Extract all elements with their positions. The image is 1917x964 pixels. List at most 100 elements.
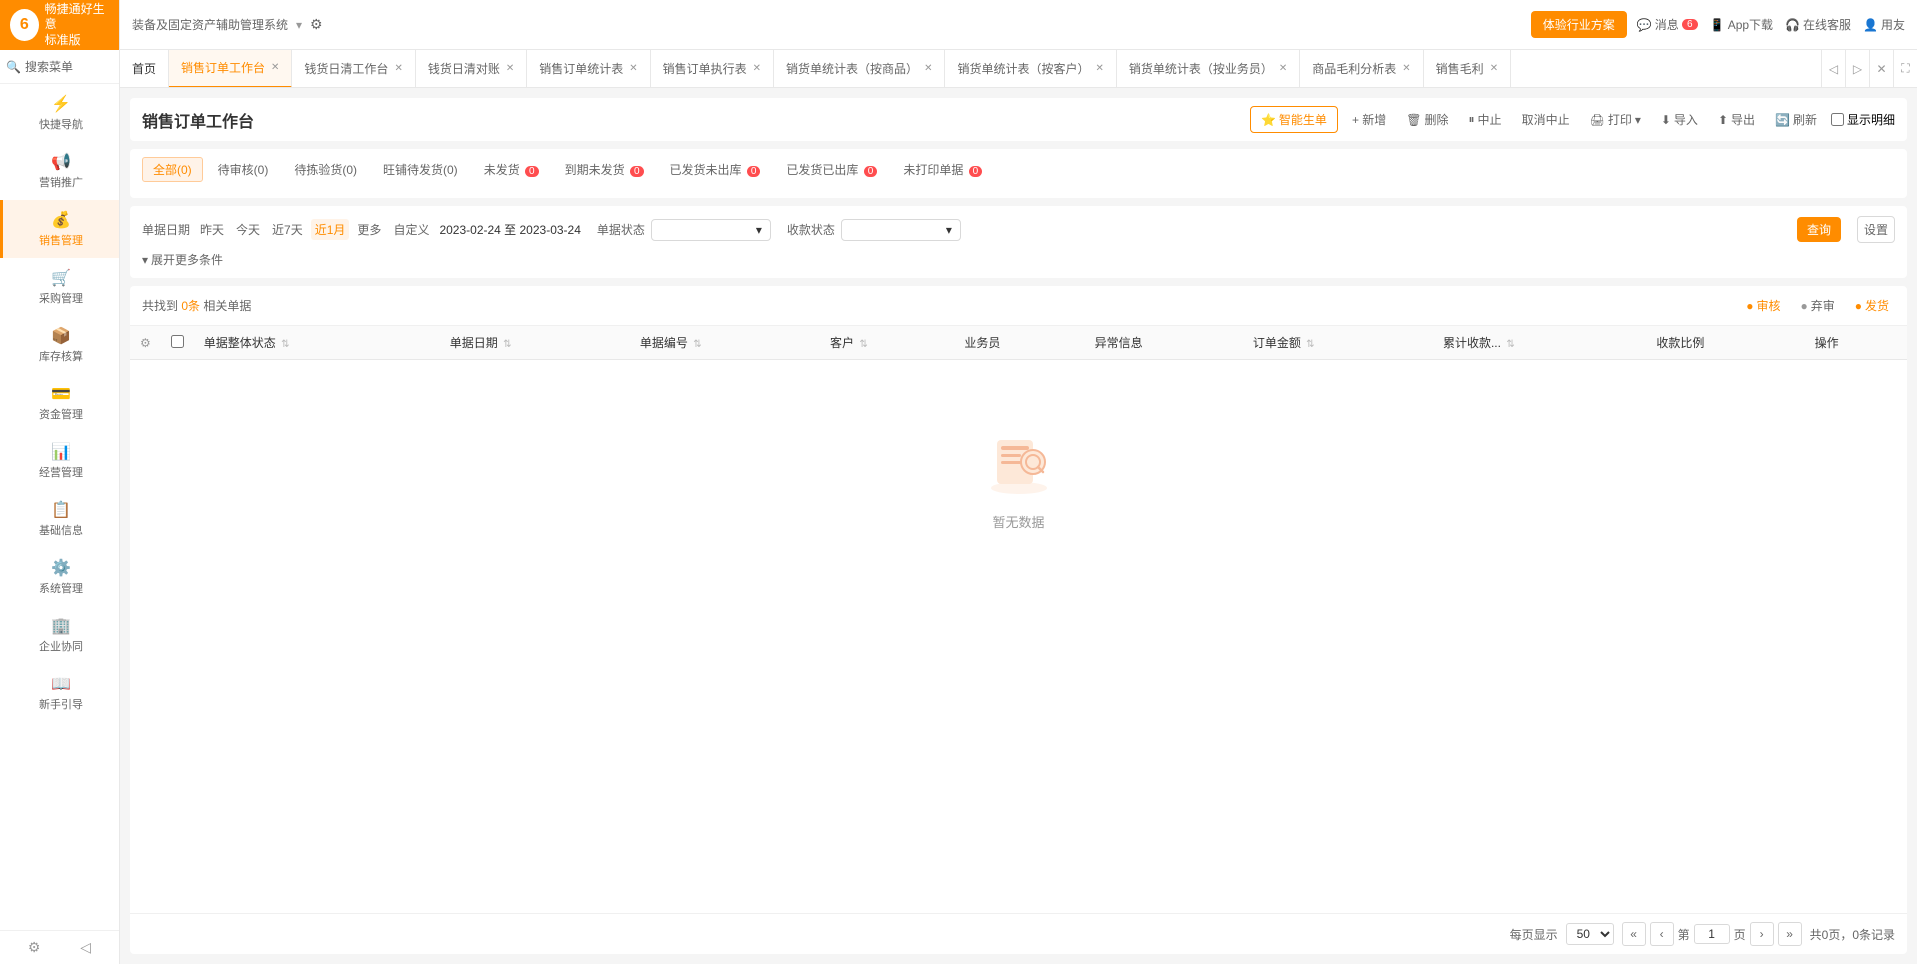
tab-sales-stats[interactable]: 销售订单统计表 ✕ bbox=[527, 50, 650, 88]
sidebar-item-finance[interactable]: 💳 资金管理 bbox=[0, 374, 119, 432]
tab-fullscreen-btn[interactable]: ⛶ bbox=[1893, 50, 1917, 88]
sort-icon[interactable]: ⇅ bbox=[503, 339, 511, 350]
settings-icon[interactable]: ⚙ bbox=[28, 939, 41, 956]
export-button[interactable]: ⬆ 导出 bbox=[1712, 107, 1761, 132]
first-page-btn[interactable]: « bbox=[1622, 922, 1646, 946]
refresh-button[interactable]: 🔄 刷新 bbox=[1769, 107, 1823, 132]
tab-close-icon[interactable]: ✕ bbox=[271, 62, 279, 73]
tab-close-icon[interactable]: ✕ bbox=[629, 63, 637, 74]
solution-button[interactable]: 体验行业方案 bbox=[1531, 11, 1627, 38]
cancel-pause-button[interactable]: 取消中止 bbox=[1516, 107, 1576, 132]
sort-icon[interactable]: ⇅ bbox=[1306, 339, 1314, 350]
filter-tab-all[interactable]: 全部(0) bbox=[142, 157, 203, 182]
tab-sales-stat-staff[interactable]: 销货单统计表（按业务员） ✕ bbox=[1117, 50, 1300, 88]
settings-topbar-icon[interactable]: ⚙ bbox=[310, 16, 323, 33]
tab-sales-exec[interactable]: 销售订单执行表 ✕ bbox=[651, 50, 774, 88]
tab-close-icon[interactable]: ✕ bbox=[1095, 63, 1103, 74]
tab-close-icon[interactable]: ✕ bbox=[1490, 63, 1498, 74]
query-button[interactable]: 查询 bbox=[1797, 217, 1841, 242]
sidebar-item-marketing[interactable]: 📢 营销推广 bbox=[0, 142, 119, 200]
col-checkbox[interactable] bbox=[161, 326, 194, 360]
filter-tab-pending-review[interactable]: 待审核(0) bbox=[207, 157, 280, 182]
filter-tab-shipped-out[interactable]: 已发货已出库 0 bbox=[775, 157, 888, 182]
sort-icon[interactable]: ⇅ bbox=[281, 339, 289, 350]
collapse-icon[interactable]: ◁ bbox=[80, 939, 91, 956]
main-content: 装备及固定资产辅助管理系统 ▾ ⚙ 体验行业方案 💬 消息 6 📱 App下载 … bbox=[120, 0, 1917, 964]
tab-close-icon[interactable]: ✕ bbox=[394, 63, 402, 74]
ship-button[interactable]: ● 发货 bbox=[1849, 294, 1895, 317]
filter-tab-overdue[interactable]: 到期未发货 0 bbox=[554, 157, 655, 182]
tab-close-icon[interactable]: ✕ bbox=[753, 63, 761, 74]
tab-sales-stat-product[interactable]: 销货单统计表（按商品） ✕ bbox=[774, 50, 945, 88]
sidebar-item-basic-info[interactable]: 📋 基础信息 bbox=[0, 490, 119, 548]
col-customer: 客户 ⇅ bbox=[820, 326, 954, 360]
tab-sales-stat-customer[interactable]: 销货单统计表（按客户） ✕ bbox=[945, 50, 1116, 88]
select-all-checkbox[interactable] bbox=[171, 335, 184, 348]
sidebar-item-system[interactable]: ⚙️ 系统管理 bbox=[0, 548, 119, 606]
date-opt-today[interactable]: 今天 bbox=[232, 219, 264, 240]
tab-home[interactable]: 首页 bbox=[120, 50, 169, 88]
filter-tab-not-shipped[interactable]: 未发货 0 bbox=[473, 157, 550, 182]
sidebar-item-sales[interactable]: 💰 销售管理 bbox=[0, 200, 119, 258]
next-page-btn[interactable]: › bbox=[1750, 922, 1774, 946]
filter-tab-unprinted[interactable]: 未打印单据 0 bbox=[892, 157, 993, 182]
prev-page-btn[interactable]: ‹ bbox=[1650, 922, 1674, 946]
sidebar-item-purchase[interactable]: 🛒 采购管理 bbox=[0, 258, 119, 316]
sidebar-item-operations[interactable]: 📊 经营管理 bbox=[0, 432, 119, 490]
page-number-input[interactable] bbox=[1694, 924, 1730, 944]
tab-close-icon[interactable]: ✕ bbox=[1279, 63, 1287, 74]
settings-button[interactable]: 设置 bbox=[1857, 216, 1895, 243]
delete-button[interactable]: 🗑 删除 bbox=[1400, 107, 1454, 132]
uncheck-button[interactable]: ● 弃审 bbox=[1794, 294, 1840, 317]
tab-sales-workbench[interactable]: 销售订单工作台 ✕ bbox=[169, 50, 292, 88]
status-filter-group: 单据状态 ▾ bbox=[597, 219, 771, 241]
tab-scroll-right-btn[interactable]: ▷ bbox=[1845, 50, 1869, 88]
pause-button[interactable]: ⏸ 中止 bbox=[1463, 107, 1508, 132]
receipt-select[interactable]: ▾ bbox=[841, 219, 961, 241]
online-service-button[interactable]: 🎧 在线客服 bbox=[1785, 16, 1851, 33]
expand-conditions-button[interactable]: ▾ 展开更多条件 bbox=[142, 251, 1895, 268]
sidebar-item-guide[interactable]: 📖 新手引导 bbox=[0, 664, 119, 722]
date-opt-yesterday[interactable]: 昨天 bbox=[196, 219, 228, 240]
date-opt-1month[interactable]: 近1月 bbox=[311, 219, 350, 240]
print-button[interactable]: 🖨 打印 ▾ bbox=[1584, 107, 1647, 132]
last-page-btn[interactable]: » bbox=[1778, 922, 1802, 946]
filter-tab-pending-check[interactable]: 待拣验货(0) bbox=[283, 157, 368, 182]
import-button[interactable]: ⬇ 导入 bbox=[1655, 107, 1704, 132]
show-detail-checkbox-wrapper[interactable]: 显示明细 bbox=[1831, 111, 1895, 128]
add-button[interactable]: + 新增 bbox=[1346, 107, 1392, 132]
per-page-select[interactable]: 50 bbox=[1566, 923, 1614, 945]
status-select[interactable]: ▾ bbox=[651, 219, 771, 241]
tab-cash-daily[interactable]: 钱货日清工作台 ✕ bbox=[292, 50, 415, 88]
sidebar-item-quick-nav[interactable]: ⚡ 快捷导航 bbox=[0, 84, 119, 142]
sidebar-item-inventory[interactable]: 📦 库存核算 bbox=[0, 316, 119, 374]
tab-close-icon[interactable]: ✕ bbox=[1402, 63, 1410, 74]
app-download-button[interactable]: 📱 App下载 bbox=[1710, 16, 1773, 33]
receipt-filter-label: 收款状态 bbox=[787, 221, 835, 238]
filter-tab-wangpu-ship[interactable]: 旺铺待发货(0) bbox=[372, 157, 469, 182]
user-button[interactable]: 👤 用友 bbox=[1863, 16, 1905, 33]
sidebar-search[interactable]: 🔍 搜索菜单 bbox=[0, 50, 119, 84]
filter-tab-shipped-not-out[interactable]: 已发货未出库 0 bbox=[659, 157, 772, 182]
sort-icon[interactable]: ⇅ bbox=[693, 339, 701, 350]
sidebar-item-enterprise[interactable]: 🏢 企业协同 bbox=[0, 606, 119, 664]
dropdown-arrow-icon[interactable]: ▾ bbox=[296, 18, 302, 32]
date-opt-7days[interactable]: 近7天 bbox=[268, 219, 307, 240]
show-detail-checkbox[interactable] bbox=[1831, 113, 1844, 126]
date-opt-custom[interactable]: 自定义 bbox=[389, 219, 433, 240]
tab-scroll-left-btn[interactable]: ◁ bbox=[1821, 50, 1845, 88]
tab-gross-profit[interactable]: 商品毛利分析表 ✕ bbox=[1300, 50, 1423, 88]
review-button[interactable]: ● 审核 bbox=[1740, 294, 1786, 317]
message-button[interactable]: 💬 消息 6 bbox=[1637, 16, 1698, 33]
tab-close-icon[interactable]: ✕ bbox=[506, 63, 514, 74]
date-opt-more[interactable]: 更多 bbox=[353, 219, 385, 240]
tab-sales-profit[interactable]: 销售毛利 ✕ bbox=[1424, 50, 1511, 88]
sidebar-item-label: 企业协同 bbox=[39, 638, 83, 654]
tab-cash-reconcile[interactable]: 钱货日清对账 ✕ bbox=[416, 50, 527, 88]
sort-icon[interactable]: ⇅ bbox=[859, 339, 867, 350]
smart-generate-button[interactable]: ⭐ 智能生单 bbox=[1250, 106, 1338, 133]
tab-close-icon[interactable]: ✕ bbox=[924, 63, 932, 74]
tab-close-all-btn[interactable]: ✕ bbox=[1869, 50, 1893, 88]
col-settings[interactable]: ⚙ bbox=[130, 326, 161, 360]
sort-icon[interactable]: ⇅ bbox=[1506, 339, 1514, 350]
